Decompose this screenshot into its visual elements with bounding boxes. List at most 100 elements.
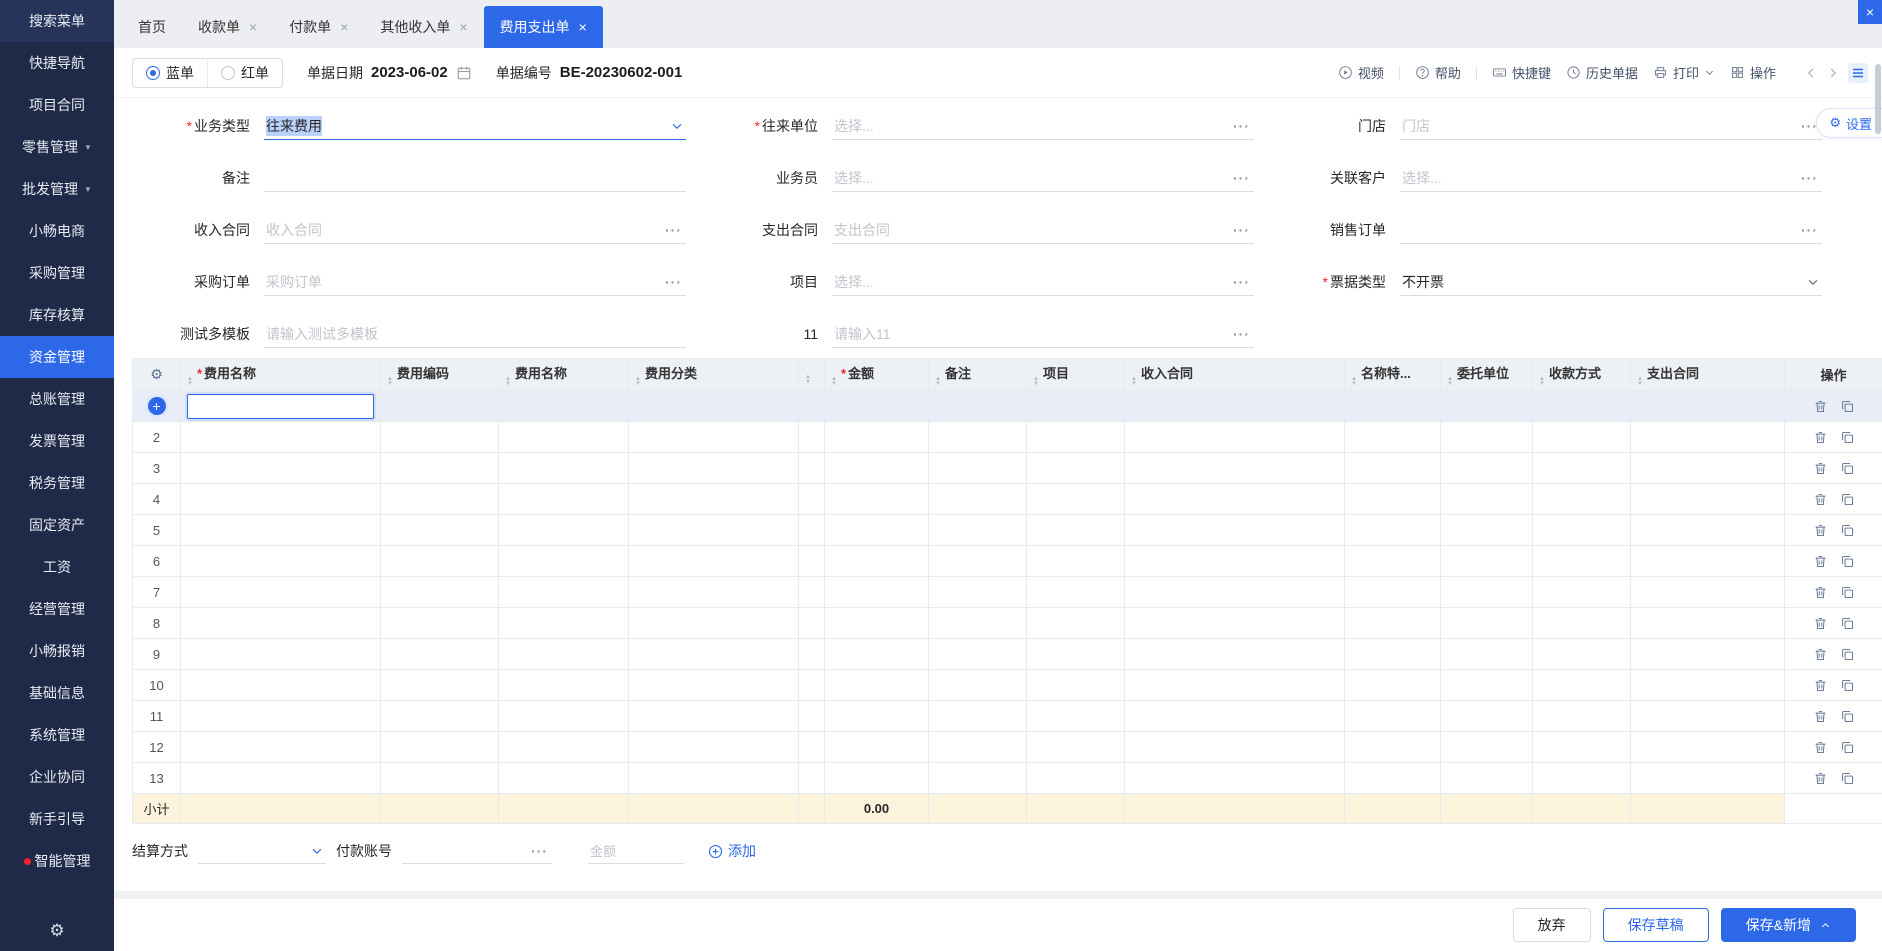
- sidebar-item[interactable]: 零售管理 ▼: [0, 126, 114, 168]
- delete-row-icon[interactable]: [1813, 554, 1828, 569]
- sidebar-item[interactable]: 采购管理: [0, 252, 114, 294]
- delete-row-icon[interactable]: [1813, 430, 1828, 445]
- grid-cell[interactable]: [798, 762, 825, 794]
- ops-cell[interactable]: [1784, 762, 1882, 794]
- grid-cell[interactable]: [1440, 762, 1533, 794]
- grid-cell[interactable]: [1124, 638, 1345, 670]
- grid-cell[interactable]: [180, 483, 381, 515]
- pay-amount-input[interactable]: 金额: [588, 838, 684, 864]
- grid-cell[interactable]: [1440, 452, 1533, 484]
- sidebar-item[interactable]: 经营管理: [0, 588, 114, 630]
- grid-cell[interactable]: [824, 638, 929, 670]
- delete-row-icon[interactable]: [1813, 616, 1828, 631]
- grid-cell[interactable]: [628, 607, 799, 639]
- grid-cell[interactable]: +: [132, 390, 181, 422]
- column-header[interactable]: ▲ ▼: [798, 358, 825, 391]
- grid-cell[interactable]: [798, 514, 825, 546]
- list-view-icon[interactable]: [1848, 62, 1868, 83]
- column-header[interactable]: ▲ ▼ 名称特...: [1344, 358, 1441, 391]
- grid-cell[interactable]: [1630, 762, 1785, 794]
- grid-cell[interactable]: [798, 576, 825, 608]
- grid-cell[interactable]: [180, 514, 381, 546]
- grid-cell[interactable]: [798, 731, 825, 763]
- grid-cell[interactable]: [1630, 514, 1785, 546]
- close-all-tabs-icon[interactable]: ×: [1858, 0, 1882, 24]
- more-icon[interactable]: ···: [1233, 118, 1250, 134]
- grid-cell[interactable]: [498, 483, 629, 515]
- grid-cell[interactable]: [498, 669, 629, 701]
- field-input[interactable]: 门店 ···: [1400, 112, 1822, 140]
- grid-cell[interactable]: [1344, 421, 1441, 453]
- sort-icon[interactable]: ▲ ▼: [635, 376, 641, 387]
- grid-cell[interactable]: [1344, 731, 1441, 763]
- sidebar-item[interactable]: 搜索菜单: [0, 0, 114, 42]
- ops-cell[interactable]: [1784, 607, 1882, 639]
- blue-doc-radio[interactable]: 蓝单: [133, 59, 207, 87]
- grid-cell[interactable]: [1630, 483, 1785, 515]
- grid-cell[interactable]: [1124, 514, 1345, 546]
- close-tab-icon[interactable]: ×: [459, 20, 467, 34]
- grid-cell[interactable]: [180, 576, 381, 608]
- grid-cell[interactable]: [928, 483, 1027, 515]
- copy-row-icon[interactable]: [1840, 554, 1855, 569]
- delete-row-icon[interactable]: [1813, 647, 1828, 662]
- grid-cell[interactable]: [1532, 638, 1631, 670]
- sort-icon[interactable]: ▲ ▼: [831, 376, 837, 387]
- sidebar-item[interactable]: 系统管理: [0, 714, 114, 756]
- copy-row-icon[interactable]: [1840, 523, 1855, 538]
- grid-cell[interactable]: [380, 452, 499, 484]
- grid-cell[interactable]: [1124, 452, 1345, 484]
- grid-cell[interactable]: [180, 762, 381, 794]
- grid-cell[interactable]: [1532, 700, 1631, 732]
- grid-cell[interactable]: [1532, 390, 1631, 422]
- calendar-icon[interactable]: [456, 65, 472, 81]
- sidebar-item[interactable]: 资金管理: [0, 336, 114, 378]
- grid-cell[interactable]: [498, 576, 629, 608]
- column-header[interactable]: ▲ ▼ 支出合同: [1630, 358, 1785, 391]
- save-draft-button[interactable]: 保存草稿: [1602, 908, 1709, 942]
- sort-icon[interactable]: ▲ ▼: [805, 374, 811, 385]
- grid-cell[interactable]: [380, 421, 499, 453]
- grid-cell[interactable]: [628, 483, 799, 515]
- grid-cell[interactable]: [1124, 700, 1345, 732]
- grid-cell[interactable]: [1532, 731, 1631, 763]
- next-doc-icon[interactable]: [1826, 66, 1840, 80]
- delete-row-icon[interactable]: [1813, 771, 1828, 786]
- sidebar-item[interactable]: 发票管理: [0, 420, 114, 462]
- grid-cell[interactable]: [180, 700, 381, 732]
- field-input[interactable]: 采购订单 ···: [264, 268, 686, 296]
- more-icon[interactable]: ···: [1233, 274, 1250, 290]
- grid-cell[interactable]: [1026, 576, 1125, 608]
- copy-row-icon[interactable]: [1840, 771, 1855, 786]
- grid-cell[interactable]: [1532, 762, 1631, 794]
- column-header[interactable]: ▲ ▼ 收入合同: [1124, 358, 1345, 391]
- grid-cell[interactable]: [928, 514, 1027, 546]
- grid-cell[interactable]: [1440, 545, 1533, 577]
- grid-cell[interactable]: [1344, 514, 1441, 546]
- discard-button[interactable]: 放弃: [1512, 908, 1591, 942]
- more-icon[interactable]: ···: [1801, 170, 1818, 186]
- field-input[interactable]: 请输入11 ···: [832, 320, 1254, 348]
- column-header[interactable]: ▲ ▼ 备注: [928, 358, 1027, 391]
- column-header[interactable]: ▲ ▼ 费用编码: [380, 358, 499, 391]
- grid-cell[interactable]: [928, 669, 1027, 701]
- toolbar-action-video[interactable]: 视频: [1338, 63, 1384, 82]
- toolbar-action-help[interactable]: 帮助: [1415, 63, 1461, 82]
- grid-cell[interactable]: [824, 452, 929, 484]
- grid-cell[interactable]: [380, 514, 499, 546]
- grid-cell[interactable]: [1532, 545, 1631, 577]
- grid-cell[interactable]: [1630, 607, 1785, 639]
- grid-cell[interactable]: [1124, 421, 1345, 453]
- field-input[interactable]: ···: [1400, 216, 1822, 244]
- tab[interactable]: 收款单 ×: [182, 6, 273, 48]
- grid-cell[interactable]: [1344, 762, 1441, 794]
- sort-icon[interactable]: ▲ ▼: [1351, 376, 1357, 387]
- grid-cell[interactable]: [180, 638, 381, 670]
- copy-row-icon[interactable]: [1840, 647, 1855, 662]
- ops-cell[interactable]: [1784, 452, 1882, 484]
- grid-cell[interactable]: [1532, 669, 1631, 701]
- grid-cell[interactable]: [1026, 669, 1125, 701]
- grid-cell[interactable]: [798, 638, 825, 670]
- grid-cell[interactable]: [928, 421, 1027, 453]
- ops-cell[interactable]: [1784, 638, 1882, 670]
